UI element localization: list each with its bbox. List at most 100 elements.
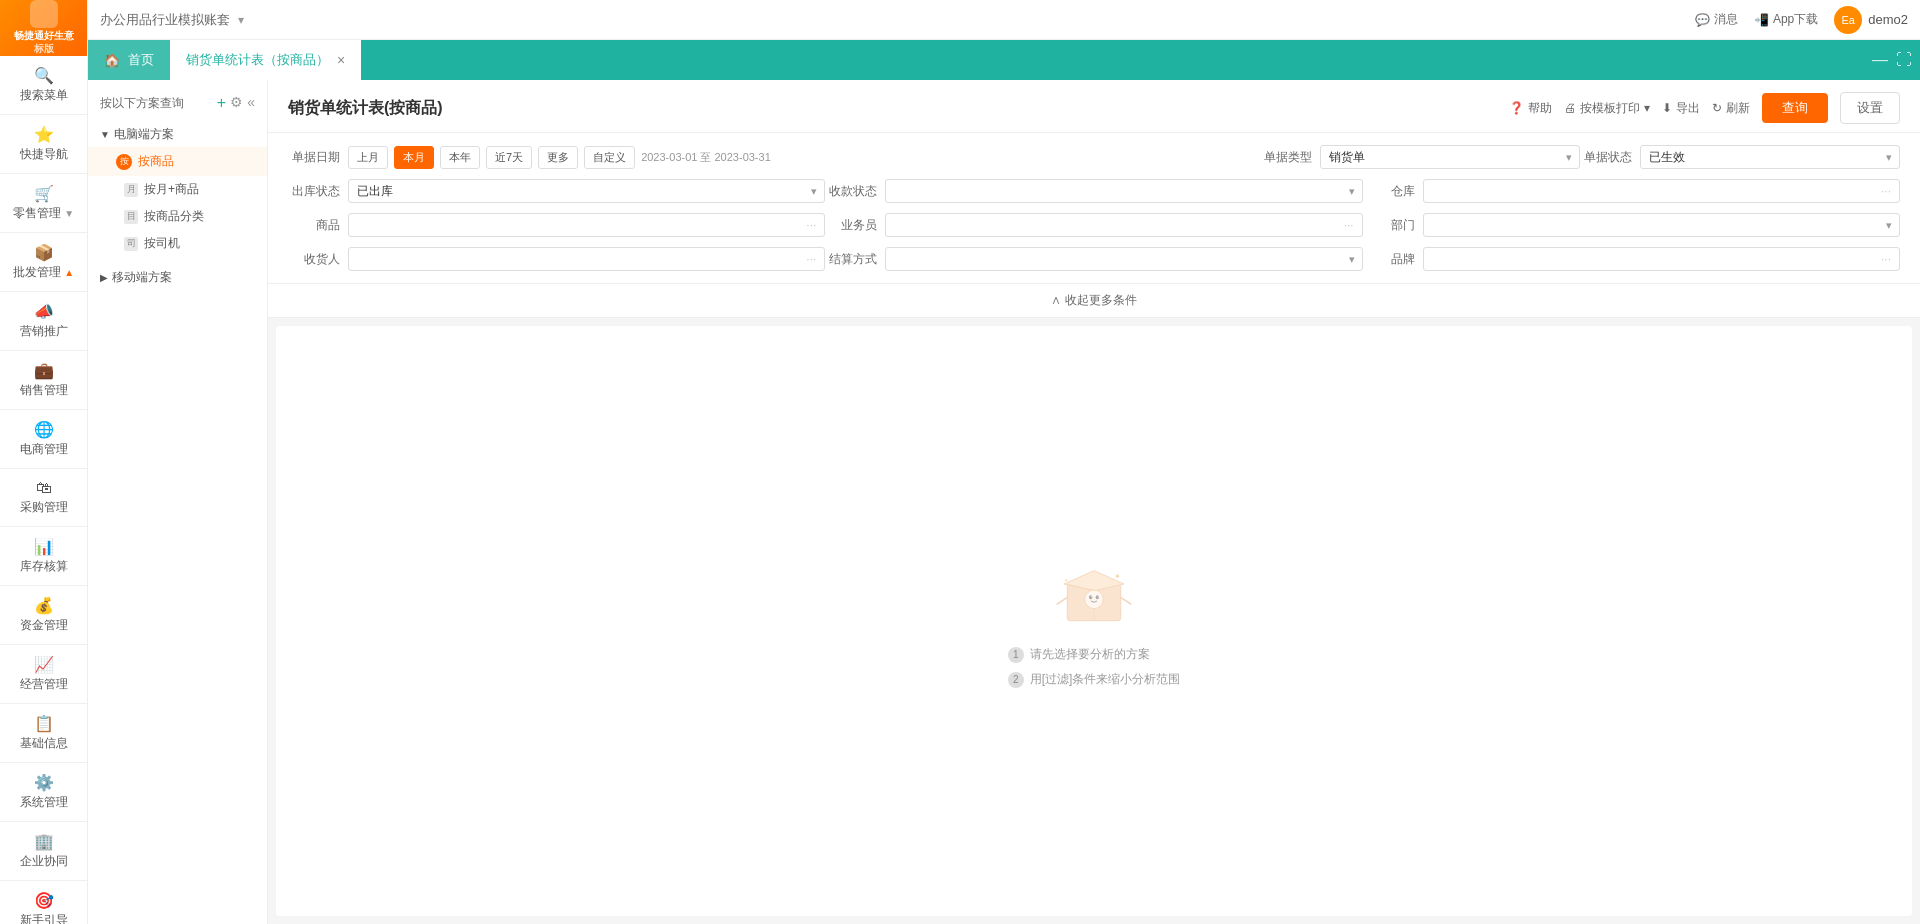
export-icon: ⬇ [1662,101,1672,115]
company-dropdown-icon[interactable]: ▾ [238,13,244,27]
query-button[interactable]: 查询 [1762,93,1828,123]
collapse-conditions-btn[interactable]: ∧ 收起更多条件 [268,284,1920,318]
sidebar-item-sales[interactable]: 💼 销售管理 [0,351,87,410]
filter-date: 单据日期 上月 本月 本年 近7天 更多 自定义 2023-03-01 至 20… [288,146,1260,169]
sidebar-system-label: 系统管理 [20,795,68,809]
app-download-icon: 📲 [1754,13,1769,27]
doc-status-select[interactable]: 已生效 [1640,145,1900,169]
sidebar-item-search[interactable]: 🔍 搜索菜单 [0,56,87,115]
enterprise-icon: 🏢 [4,832,83,851]
message-btn[interactable]: 💬 消息 [1695,11,1738,28]
date-btn-more[interactable]: 更多 [538,146,578,169]
user-profile[interactable]: Ea demo2 [1834,6,1908,34]
sidebar-item-guide[interactable]: 🎯 新手引导 [0,881,87,924]
sidebar-item-enterprise[interactable]: 🏢 企业协同 [0,822,87,881]
sidebar-item-inventory[interactable]: 📊 库存核算 [0,527,87,586]
search-icon: 🔍 [4,66,83,85]
warehouse-dots-icon: ··· [1881,184,1891,198]
wholesale-icon: 📦 [4,243,83,262]
sidebar-item-operations[interactable]: 📈 经营管理 [0,645,87,704]
scheme-item-goods-category[interactable]: 目 按商品分类 [88,203,267,230]
tab-minimize-icon[interactable]: — [1872,51,1888,69]
dept-select[interactable] [1423,213,1900,237]
sidebar-item-purchase[interactable]: 🛍 采购管理 [0,469,87,527]
print-icon: 🖨 [1564,101,1576,115]
filter-warehouse: 仓库 ··· [1363,179,1900,203]
date-btn-last-month[interactable]: 上月 [348,146,388,169]
settings-button[interactable]: 设置 [1840,92,1900,124]
top-bar-right: 💬 消息 📲 App下载 Ea demo2 [1695,6,1908,34]
desktop-scheme-group: ▼ 电脑端方案 按 按商品 月 按月+商品 目 按商品分类 [88,118,267,261]
inventory-icon: 📊 [4,537,83,556]
date-btn-7days[interactable]: 近7天 [486,146,532,169]
filter-panel: 按以下方案查询 + ⚙ « ▼ 电脑端方案 按 按商品 [88,80,268,924]
sidebar-item-wholesale[interactable]: 📦 批发管理 ▲ [0,233,87,292]
sidebar-item-system[interactable]: ⚙️ 系统管理 [0,763,87,822]
page-header: 销货单统计表(按商品) ❓ 帮助 🖨 按模板打印 ▾ [268,80,1920,133]
quick-nav-icon: ⭐ [4,125,83,144]
svg-point-1 [1085,590,1104,609]
staff-input[interactable]: ··· [885,213,1362,237]
desktop-group-header[interactable]: ▼ 电脑端方案 [88,122,267,147]
system-icon: ⚙️ [4,773,83,792]
scheme-item-driver[interactable]: 司 按司机 [88,230,267,257]
print-btn[interactable]: 🖨 按模板打印 ▾ [1564,100,1650,117]
sidebar-inventory-label: 库存核算 [20,559,68,573]
add-scheme-btn[interactable]: + [217,94,226,112]
mobile-group-header[interactable]: ▶ 移动端方案 [88,265,267,290]
filter-payment: 结算方式 [825,247,1362,271]
svg-point-5 [1097,596,1098,597]
receive-status-select[interactable] [885,179,1362,203]
filter-doc-status: 单据状态 已生效 [1580,145,1900,169]
date-btn-custom[interactable]: 自定义 [584,146,635,169]
help-btn[interactable]: ❓ 帮助 [1509,100,1552,117]
tab-home-label: 首页 [128,51,154,69]
brand-label: 品牌 [1363,251,1423,268]
doc-type-select[interactable]: 销货单 [1320,145,1580,169]
tab-maximize-icon[interactable]: ⛶ [1896,51,1912,69]
mobile-expand-triangle-icon: ▶ [100,272,108,283]
app-download-btn[interactable]: 📲 App下载 [1754,11,1818,28]
goods-input[interactable]: ··· [348,213,825,237]
scheme-collapse-btn[interactable]: « [247,94,255,112]
mobile-scheme-group: ▶ 移动端方案 [88,261,267,294]
goods-label: 商品 [288,217,348,234]
empty-hint: 1 请先选择要分析的方案 2 用[过滤]条件来缩小分析范围 [1008,646,1181,688]
date-btn-this-year[interactable]: 本年 [440,146,480,169]
sidebar-item-basic[interactable]: 📋 基础信息 [0,704,87,763]
sidebar-ecommerce-label: 电商管理 [20,442,68,456]
tab-home[interactable]: 🏠 首页 [88,40,170,80]
print-dropdown-icon: ▾ [1644,101,1650,115]
out-status-select[interactable]: 已出库 [348,179,825,203]
hint-num-1: 1 [1008,647,1024,663]
staff-label: 业务员 [825,217,885,234]
sidebar-sales-label: 销售管理 [20,383,68,397]
warehouse-input[interactable]: ··· [1423,179,1900,203]
scheme-item-month-goods[interactable]: 月 按月+商品 [88,176,267,203]
sidebar-finance-label: 资金管理 [20,618,68,632]
scheme-item-by-goods[interactable]: 按 按商品 [88,147,267,176]
date-btn-this-month[interactable]: 本月 [394,146,434,169]
sidebar-item-ecommerce[interactable]: 🌐 电商管理 [0,410,87,469]
brand-input[interactable]: ··· [1423,247,1900,271]
doc-type-label: 单据类型 [1260,149,1320,166]
export-btn[interactable]: ⬇ 导出 [1662,100,1700,117]
sidebar-retail-label: 零售管理 [13,206,61,220]
tab-close-btn[interactable]: × [337,53,345,67]
sidebar-item-marketing[interactable]: 📣 营销推广 [0,292,87,351]
goods-dots-icon: ··· [806,218,816,232]
doc-status-label: 单据状态 [1580,149,1640,166]
app-download-label: App下载 [1773,11,1818,28]
scheme-settings-btn[interactable]: ⚙ [230,94,243,112]
sidebar-item-finance[interactable]: 💰 资金管理 [0,586,87,645]
refresh-icon: ↻ [1712,101,1722,115]
scheme-goods-category-label: 按商品分类 [144,208,204,225]
sidebar-item-quick-nav[interactable]: ⭐ 快捷导航 [0,115,87,174]
sidebar-item-retail[interactable]: 🛒 零售管理 ▼ [0,174,87,233]
tab-sales-stats[interactable]: 销货单统计表（按商品） × [170,40,361,80]
receive-status-control [885,179,1362,203]
refresh-btn[interactable]: ↻ 刷新 [1712,100,1750,117]
payment-select[interactable] [885,247,1362,271]
consignee-input[interactable]: ··· [348,247,825,271]
date-buttons-row: 上月 本月 本年 近7天 更多 自定义 2023-03-01 至 2023-03… [348,146,1260,169]
